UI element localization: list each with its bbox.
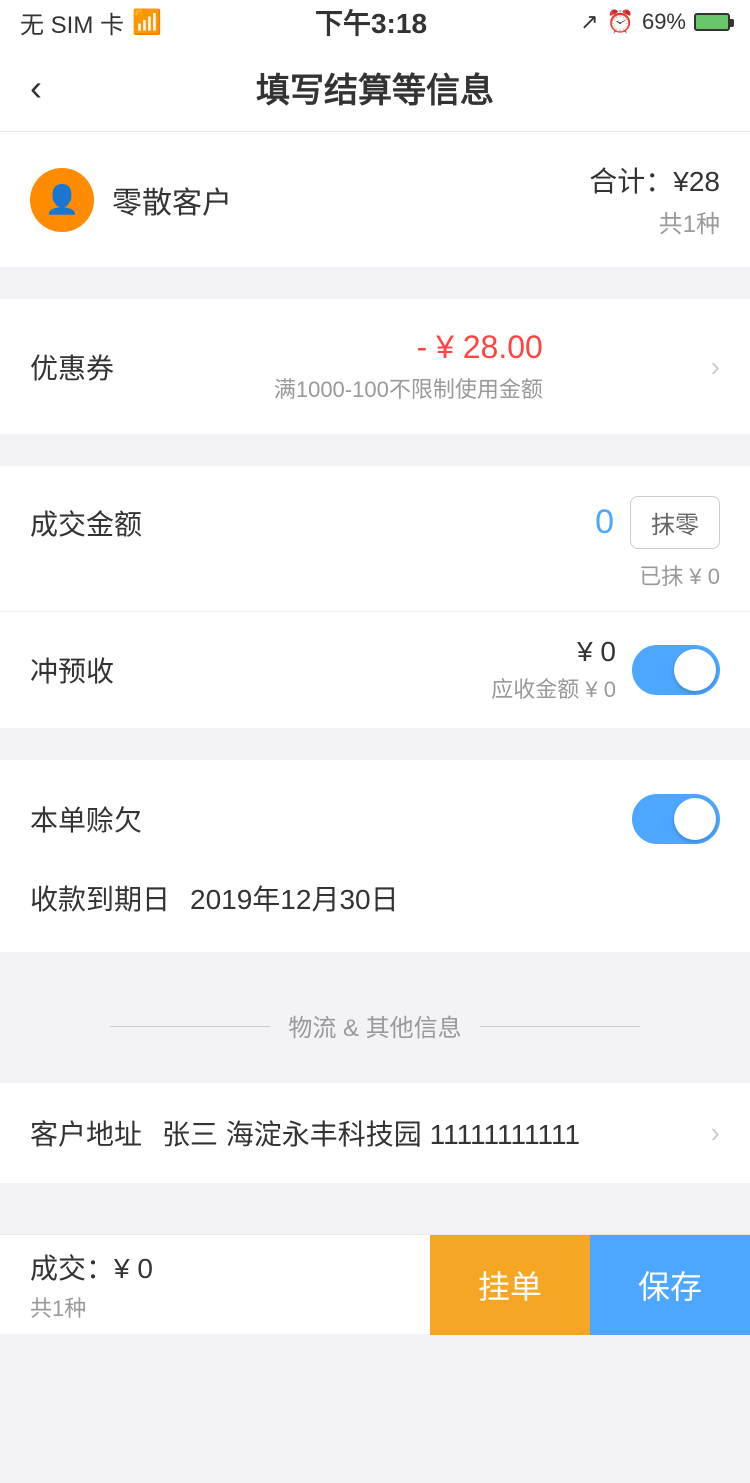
gap3 <box>0 744 750 760</box>
status-bar: 无 SIM 卡 📶 下午3:18 ↗ ⏰ 69% <box>0 0 750 44</box>
debt-section: 本单赊欠 收款到期日 2019年12月30日 <box>0 760 750 952</box>
customer-row: 👤 零散客户 合计：¥28 共1种 <box>0 132 750 267</box>
amount-sub: 已抹 ¥ 0 <box>0 559 750 611</box>
save-button[interactable]: 保存 <box>590 1235 750 1335</box>
deal-label: 成交： <box>30 1253 114 1284</box>
avatar-icon: 👤 <box>45 183 80 216</box>
back-button[interactable]: ‹ <box>30 67 42 109</box>
logistics-label: 物流 & 其他信息 <box>30 1008 720 1043</box>
page-title: 填写结算等信息 <box>256 63 494 112</box>
coupon-right: - ¥ 28.00 满1000-100不限制使用金额 <box>274 329 543 404</box>
debt-label: 本单赊欠 <box>30 799 142 839</box>
coupon-chevron-icon: › <box>711 351 720 383</box>
gap2 <box>0 450 750 466</box>
gap4 <box>0 968 750 984</box>
alarm-icon: ⏰ <box>607 9 634 35</box>
due-date-label: 收款到期日 <box>30 878 170 918</box>
customer-section: 👤 零散客户 合计：¥28 共1种 <box>0 132 750 267</box>
address-value: 张三 海淀永丰科技园 11111111111 <box>162 1113 711 1153</box>
prepay-label: 冲预收 <box>30 650 114 690</box>
logistics-divider-section: 物流 & 其他信息 <box>0 984 750 1067</box>
coupon-discount: - ¥ 28.00 <box>274 329 543 366</box>
coupon-row[interactable]: 优惠券 - ¥ 28.00 满1000-100不限制使用金额 › <box>0 299 750 434</box>
due-date-value: 2019年12月30日 <box>190 878 399 918</box>
coupon-label: 优惠券 <box>30 347 114 387</box>
coupon-section: 优惠券 - ¥ 28.00 满1000-100不限制使用金额 › <box>0 299 750 434</box>
customer-avatar: 👤 <box>30 168 94 232</box>
customer-total: 合计：¥28 <box>589 160 720 200</box>
battery-percent: 69% <box>642 9 686 35</box>
debt-toggle-knob <box>674 798 716 840</box>
debt-toggle[interactable] <box>632 794 720 844</box>
address-label: 客户地址 <box>30 1113 142 1153</box>
bottom-info: 成交：¥ 0 共1种 <box>0 1247 430 1323</box>
customer-count: 共1种 <box>589 204 720 239</box>
toggle-knob <box>674 649 716 691</box>
amount-section: 成交金额 0 抹零 已抹 ¥ 0 冲预收 ¥ 0 应收金额 ¥ 0 <box>0 466 750 728</box>
customer-info: 👤 零散客户 <box>30 168 232 232</box>
customer-total-section: 合计：¥28 共1种 <box>589 160 720 239</box>
deal-value: ¥ 0 <box>114 1253 153 1284</box>
hold-button[interactable]: 挂单 <box>430 1235 590 1335</box>
amount-value: 0 <box>595 503 614 542</box>
nav-bar: ‹ 填写结算等信息 <box>0 44 750 132</box>
battery-icon <box>694 13 730 31</box>
round-off-button[interactable]: 抹零 <box>630 496 720 549</box>
prepay-toggle[interactable] <box>632 645 720 695</box>
amount-row: 成交金额 0 抹零 <box>0 466 750 559</box>
prepay-sub: 应收金额 ¥ 0 <box>491 672 616 704</box>
wifi-icon: 📶 <box>132 8 162 37</box>
prepay-amount: ¥ 0 <box>491 636 616 668</box>
carrier-text: 无 SIM 卡 <box>20 5 124 40</box>
amount-right: 0 抹零 <box>595 496 720 549</box>
status-left: 无 SIM 卡 📶 <box>20 5 162 40</box>
status-right: ↗ ⏰ 69% <box>580 9 730 35</box>
address-chevron-icon: › <box>711 1117 720 1149</box>
coupon-note: 满1000-100不限制使用金额 <box>274 372 543 404</box>
due-date-row: 收款到期日 2019年12月30日 <box>0 878 750 952</box>
gap5 <box>0 1067 750 1083</box>
prepay-right: ¥ 0 应收金额 ¥ 0 <box>491 636 720 704</box>
debt-row: 本单赊欠 <box>0 760 750 878</box>
bottom-deal-row: 成交：¥ 0 <box>30 1247 400 1287</box>
bottom-count: 共1种 <box>30 1291 400 1323</box>
gap1 <box>0 283 750 299</box>
status-time: 下午3:18 <box>315 2 427 42</box>
customer-name: 零散客户 <box>112 178 232 222</box>
amount-label: 成交金额 <box>30 503 142 543</box>
location-icon: ↗ <box>580 9 598 35</box>
prepay-values: ¥ 0 应收金额 ¥ 0 <box>491 636 616 704</box>
bottom-bar: 成交：¥ 0 共1种 挂单 保存 <box>0 1234 750 1334</box>
prepay-row: 冲预收 ¥ 0 应收金额 ¥ 0 <box>0 611 750 728</box>
address-row[interactable]: 客户地址 张三 海淀永丰科技园 11111111111 › <box>0 1083 750 1183</box>
